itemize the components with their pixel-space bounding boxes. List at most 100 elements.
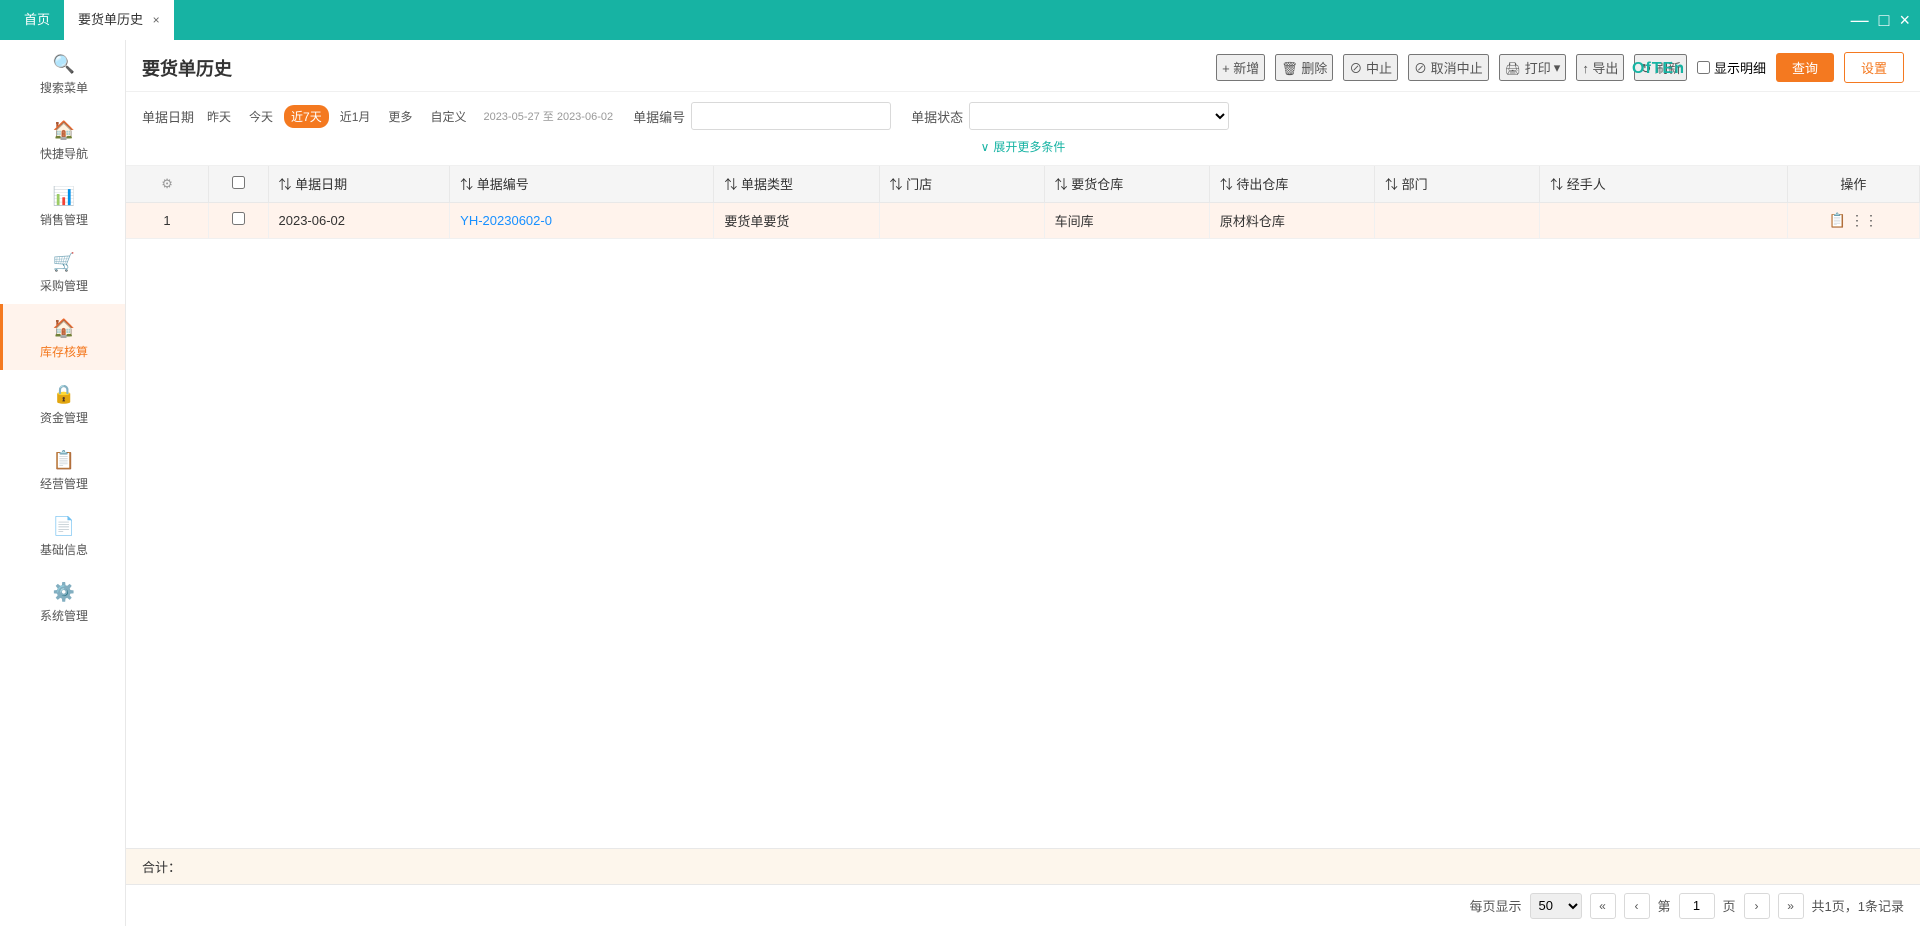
window-controls: — □ ×	[1851, 10, 1910, 31]
shop-column-header: ⇅ 门店	[879, 166, 1044, 202]
next-page-button[interactable]: ›	[1744, 893, 1770, 919]
pending-column-label: ⇅ 待出仓库	[1220, 177, 1289, 192]
date-btn-1month[interactable]: 近1月	[333, 105, 378, 128]
warehouse-column-header: ⇅ 要货仓库	[1044, 166, 1209, 202]
sidebar-item-sales[interactable]: 📊 销售管理	[0, 172, 125, 238]
stop-button[interactable]: ⊘ 中止	[1343, 54, 1398, 81]
row-dept	[1374, 202, 1539, 238]
export-button[interactable]: ↑ 导出	[1576, 54, 1624, 81]
shop-column-label: ⇅ 门店	[890, 177, 933, 192]
row-code: YH-20230602-0	[450, 202, 714, 238]
sidebar: 🔍 搜索菜单 🏠 快捷导航 📊 销售管理 🛒 采购管理 🏠 库存核算 🔒 资金管…	[0, 40, 126, 926]
date-column-header: ⇅ 单据日期	[268, 166, 450, 202]
dept-column-label: ⇅ 部门	[1385, 177, 1428, 192]
tab-active[interactable]: 要货单历史 ×	[64, 0, 174, 40]
window-minimize-icon[interactable]: —	[1851, 10, 1869, 31]
page-header: 要货单历史 + 新增 🗑 删除 ⊘ 中止 ⊘ 取消中止 🖨 打印 ▾ ↑ 导出 …	[126, 40, 1920, 92]
settings-column-header: ⚙	[126, 166, 209, 202]
expand-chevron-icon: ∨	[981, 140, 990, 154]
content-area: 要货单历史 + 新增 🗑 删除 ⊘ 中止 ⊘ 取消中止 🖨 打印 ▾ ↑ 导出 …	[126, 40, 1920, 926]
doc-number-input[interactable]	[691, 102, 891, 130]
window-maximize-icon[interactable]: □	[1879, 10, 1890, 31]
filter-row: 单据日期 昨天 今天 近7天 近1月 更多 自定义 2023-05-27 至 2…	[142, 102, 1904, 130]
basic-info-icon: 📄	[53, 516, 75, 537]
per-page-label: 每页显示	[1469, 896, 1521, 915]
code-column-header: ⇅ 单据编号	[450, 166, 714, 202]
row-edit-icon[interactable]: 📋	[1829, 212, 1846, 228]
date-btn-more[interactable]: 更多	[381, 105, 419, 128]
row-code-link[interactable]: YH-20230602-0	[460, 213, 552, 228]
doc-status-filter-item: 单据状态	[911, 102, 1229, 130]
date-filter-item: 单据日期 昨天 今天 近7天 近1月 更多 自定义 2023-05-27 至 2…	[142, 105, 613, 128]
row-more-icon[interactable]: ⋮⋮	[1850, 212, 1878, 228]
sidebar-item-inventory-label: 库存核算	[40, 343, 88, 360]
tab-home[interactable]: 首页	[10, 0, 64, 40]
expand-more-label: 展开更多条件	[993, 138, 1065, 155]
settings-button[interactable]: 设置	[1844, 52, 1904, 83]
row-ops: 📋 ⋮⋮	[1787, 202, 1919, 238]
print-button[interactable]: 🖨 打印 ▾	[1499, 54, 1567, 81]
row-type: 要货单要货	[714, 202, 879, 238]
print-chevron-icon: ▾	[1554, 60, 1561, 76]
date-column-label: ⇅ 单据日期	[279, 177, 348, 192]
total-info: 共1页，1条记录	[1812, 896, 1904, 915]
last-page-button[interactable]: »	[1778, 893, 1804, 919]
type-column-header: ⇅ 单据类型	[714, 166, 879, 202]
gear-icon[interactable]: ⚙	[161, 176, 173, 191]
sidebar-item-system-label: 系统管理	[40, 607, 88, 624]
show-detail-label: 显示明细	[1714, 58, 1766, 77]
date-btn-today[interactable]: 今天	[242, 105, 280, 128]
per-page-select[interactable]: 20 50 100	[1530, 893, 1582, 919]
show-detail-toggle[interactable]: 显示明细	[1697, 58, 1766, 77]
date-filter-options: 昨天 今天 近7天 近1月 更多 自定义	[200, 105, 473, 128]
show-detail-checkbox[interactable]	[1697, 61, 1710, 74]
summary-row: 合计：	[126, 848, 1920, 884]
prev-page-button[interactable]: ‹	[1624, 893, 1650, 919]
date-filter-label: 单据日期	[142, 107, 194, 126]
table-row: 1 2023-06-02 YH-20230602-0 要货单要货 车间库 原材料…	[126, 202, 1920, 238]
date-btn-7days[interactable]: 近7天	[284, 105, 329, 128]
sidebar-item-inventory[interactable]: 🏠 库存核算	[0, 304, 125, 370]
sidebar-item-quick-nav[interactable]: 🏠 快捷导航	[0, 106, 125, 172]
type-column-label: ⇅ 单据类型	[724, 177, 793, 192]
refresh-button[interactable]: ↻ 刷新	[1634, 54, 1687, 81]
sidebar-item-operation[interactable]: 📋 经营管理	[0, 436, 125, 502]
finance-icon: 🔒	[53, 384, 75, 405]
page-number-input[interactable]	[1679, 893, 1715, 919]
sidebar-item-search-menu-label: 搜索菜单	[40, 79, 88, 96]
new-button[interactable]: + 新增	[1216, 54, 1265, 81]
doc-number-filter-item: 单据编号	[633, 102, 891, 130]
main-layout: 🔍 搜索菜单 🏠 快捷导航 📊 销售管理 🛒 采购管理 🏠 库存核算 🔒 资金管…	[0, 40, 1920, 926]
select-all-checkbox[interactable]	[232, 176, 245, 189]
sidebar-item-purchase[interactable]: 🛒 采购管理	[0, 238, 125, 304]
date-range-display: 2023-05-27 至 2023-06-02	[483, 108, 613, 124]
pagination: 每页显示 20 50 100 « ‹ 第 页 › » 共1页，1条记录	[126, 884, 1920, 926]
warehouse-column-label: ⇅ 要货仓库	[1055, 177, 1124, 192]
doc-status-label: 单据状态	[911, 107, 963, 126]
row-checkbox[interactable]	[232, 212, 245, 225]
expand-more-btn[interactable]: ∨ 展开更多条件	[142, 138, 1904, 155]
delete-button[interactable]: 🗑 删除	[1275, 54, 1333, 81]
cancel-stop-button[interactable]: ⊘ 取消中止	[1408, 54, 1489, 81]
code-column-label: ⇅ 单据编号	[460, 177, 529, 192]
tab-close-icon[interactable]: ×	[153, 13, 160, 27]
sidebar-item-system[interactable]: ⚙️ 系统管理	[0, 568, 125, 634]
doc-status-select[interactable]	[969, 102, 1229, 130]
sidebar-item-operation-label: 经营管理	[40, 475, 88, 492]
filter-area: 单据日期 昨天 今天 近7天 近1月 更多 自定义 2023-05-27 至 2…	[126, 92, 1920, 166]
row-date: 2023-06-02	[268, 202, 450, 238]
doc-number-label: 单据编号	[633, 107, 685, 126]
first-page-button[interactable]: «	[1590, 893, 1616, 919]
row-handler	[1540, 202, 1788, 238]
row-shop	[879, 202, 1044, 238]
ops-column-header: 操作	[1787, 166, 1919, 202]
summary-label: 合计：	[142, 857, 181, 876]
window-close-icon[interactable]: ×	[1899, 10, 1910, 31]
sidebar-item-finance[interactable]: 🔒 资金管理	[0, 370, 125, 436]
date-btn-yesterday[interactable]: 昨天	[200, 105, 238, 128]
toolbar: + 新增 🗑 删除 ⊘ 中止 ⊘ 取消中止 🖨 打印 ▾ ↑ 导出 ↻ 刷新 显…	[1216, 52, 1904, 83]
sidebar-item-basic-info[interactable]: 📄 基础信息	[0, 502, 125, 568]
date-btn-custom[interactable]: 自定义	[423, 105, 473, 128]
query-button[interactable]: 查询	[1776, 53, 1834, 82]
sidebar-item-search-menu[interactable]: 🔍 搜索菜单	[0, 40, 125, 106]
